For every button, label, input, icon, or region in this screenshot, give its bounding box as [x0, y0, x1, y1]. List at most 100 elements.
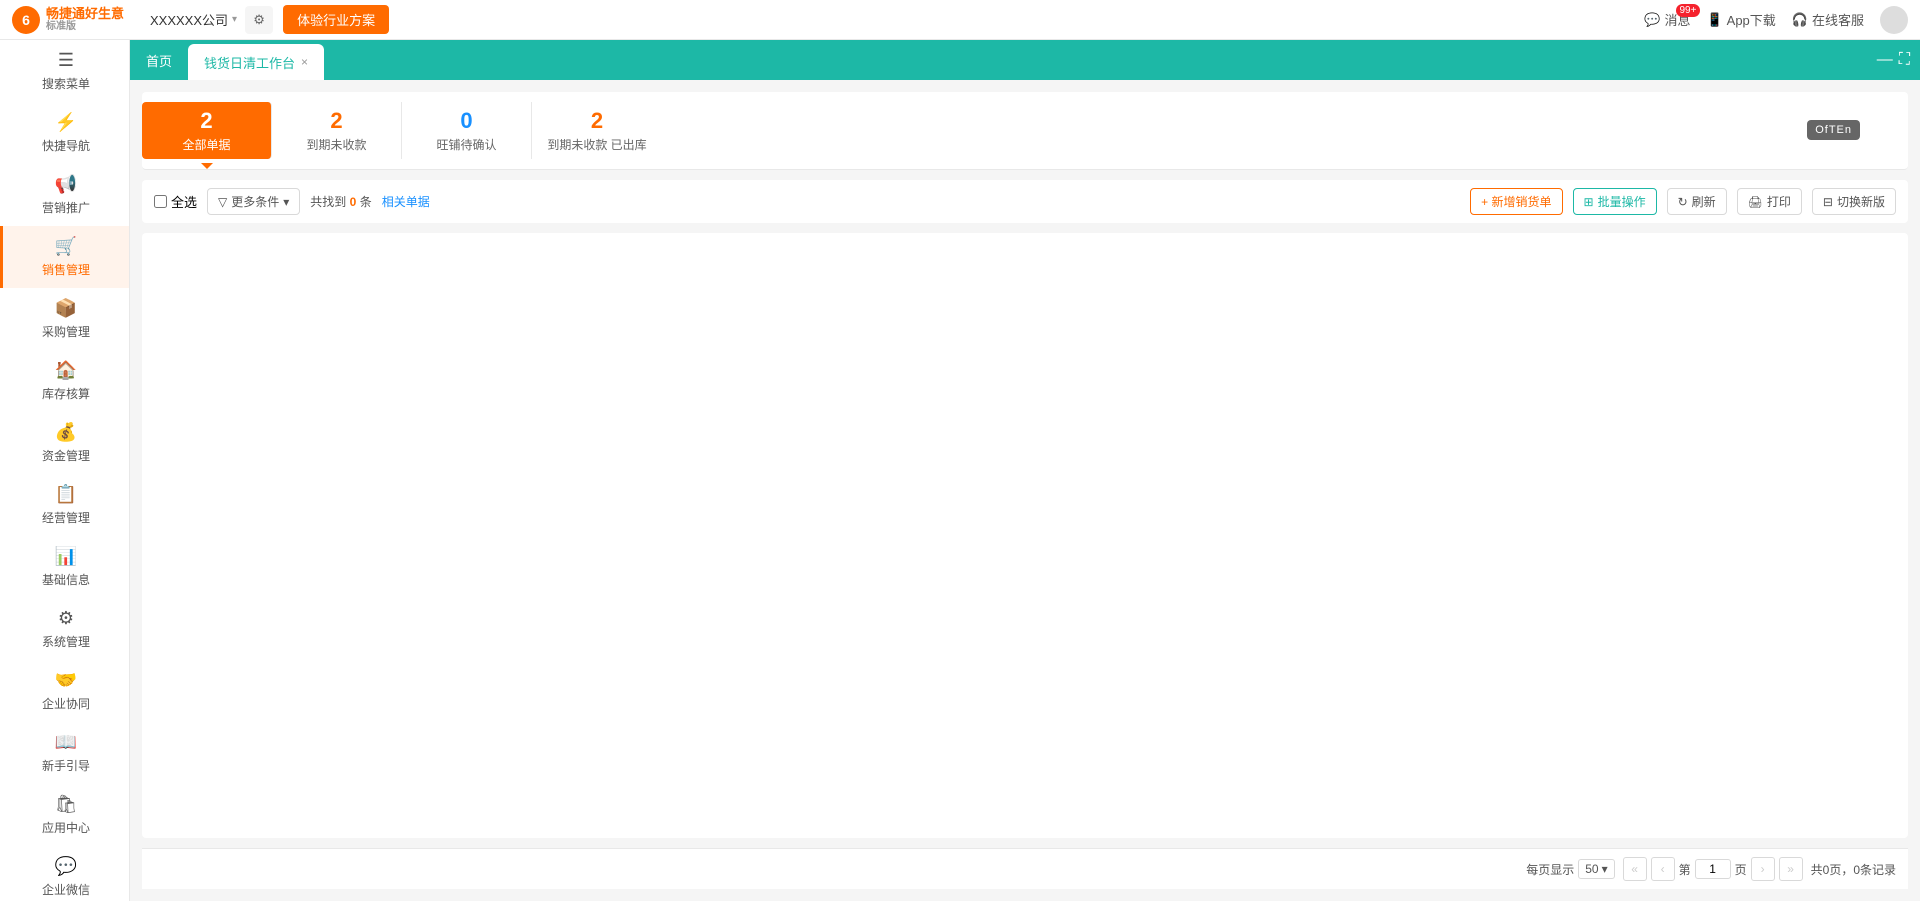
main-layout: ☰ 搜索菜单 ⚡ 快捷导航 📢 营销推广 🛒 销售管理 📦 采购管理 🏠 库存核… — [0, 40, 1920, 901]
page-size-selector: 每页显示 50 ▾ — [1526, 859, 1614, 879]
wechat-icon: 💬 — [55, 856, 77, 877]
batch-operations-button[interactable]: ⊞ 批量操作 — [1573, 188, 1657, 215]
pagination-bar: 每页显示 50 ▾ « ‹ 第 页 › » 共0页，0条记录 — [142, 848, 1908, 889]
quick-nav-icon: ⚡ — [55, 112, 77, 133]
stats-label-all: 全部单据 — [154, 136, 259, 153]
collab-icon: 🤝 — [55, 670, 77, 691]
page-body: 2 全部单据 2 到期未收款 0 旺铺待确认 2 到期未收款 已出库 — [130, 80, 1920, 901]
sidebar-item-app-center[interactable]: 🛍 应用中心 — [0, 784, 129, 846]
tab-bar-actions: — ⛶ — [1877, 51, 1920, 69]
checkbox-input[interactable] — [154, 195, 167, 208]
add-sales-order-button[interactable]: + 新增销货单 — [1470, 188, 1562, 215]
stats-label-shipped: 到期未收款 已出库 — [544, 136, 650, 153]
settings-button[interactable]: ⚙ — [245, 6, 273, 34]
stats-tab-pending[interactable]: 0 旺铺待确认 — [402, 102, 532, 159]
minimize-icon[interactable]: — — [1877, 51, 1893, 69]
tab-close-icon[interactable]: × — [301, 55, 308, 69]
sidebar: ☰ 搜索菜单 ⚡ 快捷导航 📢 营销推广 🛒 销售管理 📦 采购管理 🏠 库存核… — [0, 40, 130, 901]
sidebar-item-label: 搜索菜单 — [42, 75, 90, 92]
messages-button[interactable]: 💬 消息 99+ — [1644, 10, 1690, 29]
sidebar-item-label: 快捷导航 — [42, 137, 90, 154]
sidebar-item-quicknav[interactable]: ⚡ 快捷导航 — [0, 102, 129, 164]
app-download-button[interactable]: 📱 App下载 — [1706, 10, 1775, 29]
finance-icon: 💰 — [55, 422, 77, 443]
trial-button[interactable]: 体验行业方案 — [283, 5, 389, 34]
online-service-button[interactable]: 🎧 在线客服 — [1792, 10, 1864, 29]
sidebar-item-label: 库存核算 — [42, 385, 90, 402]
sidebar-item-basic-info[interactable]: 📊 基础信息 — [0, 536, 129, 598]
user-avatar[interactable] — [1880, 6, 1908, 34]
switch-new-version-button[interactable]: ⊟ 切换新版 — [1812, 188, 1896, 215]
stats-tab-overdue[interactable]: 2 到期未收款 — [272, 102, 402, 159]
stats-num-shipped: 2 — [544, 108, 650, 134]
print-button[interactable]: 🖨 打印 — [1737, 188, 1802, 215]
next-page-button[interactable]: › — [1751, 857, 1775, 881]
logo-icon: 6 — [12, 6, 40, 34]
print-icon: 🖨 — [1748, 195, 1763, 209]
found-count: 0 — [350, 195, 357, 209]
select-all-checkbox[interactable]: 全选 — [154, 192, 197, 211]
sidebar-item-label: 基础信息 — [42, 571, 90, 588]
sidebar-item-guide[interactable]: 📖 新手引导 — [0, 722, 129, 784]
company-name: XXXXXX公司 — [150, 10, 228, 29]
per-page-value: 50 — [1585, 862, 1598, 876]
messages-badge: 99+ — [1676, 4, 1701, 17]
stats-tab-shipped[interactable]: 2 到期未收款 已出库 — [532, 102, 662, 159]
sidebar-item-sales[interactable]: 🛒 销售管理 — [0, 226, 129, 288]
sidebar-item-label: 企业协同 — [42, 695, 90, 712]
sidebar-item-label: 销售管理 — [42, 261, 90, 278]
stats-tabs-container: 2 全部单据 2 到期未收款 0 旺铺待确认 2 到期未收款 已出库 — [142, 92, 1908, 170]
top-bar-right: 💬 消息 99+ 📱 App下载 🎧 在线客服 — [1644, 6, 1908, 34]
stats-num-overdue: 2 — [284, 108, 389, 134]
sidebar-item-label: 经营管理 — [42, 509, 90, 526]
sidebar-item-label: 营销推广 — [42, 199, 90, 216]
sidebar-item-label: 系统管理 — [42, 633, 90, 650]
batch-icon: ⊞ — [1584, 195, 1594, 209]
stats-num-all: 2 — [154, 108, 259, 134]
filter-icon: ▽ — [218, 195, 227, 209]
app-logo: 6 畅捷通好生意 标准版 — [12, 6, 142, 34]
sidebar-item-search[interactable]: ☰ 搜索菜单 — [0, 40, 129, 102]
sidebar-item-operations[interactable]: 📋 经营管理 — [0, 474, 129, 536]
sidebar-item-enterprise-collab[interactable]: 🤝 企业协同 — [0, 660, 129, 722]
stats-tab-all[interactable]: 2 全部单据 — [142, 102, 272, 159]
refresh-button[interactable]: ↻ 刷新 — [1667, 188, 1727, 215]
total-records: 共0页，0条记录 — [1811, 861, 1896, 878]
last-page-button[interactable]: » — [1779, 857, 1803, 881]
related-link[interactable]: 相关单据 — [382, 193, 430, 210]
sidebar-item-label: 新手引导 — [42, 757, 90, 774]
per-page-select[interactable]: 50 ▾ — [1578, 859, 1614, 879]
marketing-icon: 📢 — [55, 174, 77, 195]
toolbar-left: 全选 ▽ 更多条件 ▾ 共找到 0 条 相关单据 — [154, 188, 1460, 215]
select-all-label: 全选 — [171, 192, 197, 211]
wx-overlay: OfTEn — [1807, 120, 1860, 140]
page-prefix: 第 — [1679, 861, 1691, 878]
sidebar-item-enterprise-wechat[interactable]: 💬 企业微信 — [0, 846, 129, 901]
purchase-icon: 📦 — [55, 298, 77, 319]
prev-page-button[interactable]: ‹ — [1651, 857, 1675, 881]
chevron-down-icon: ▾ — [232, 14, 237, 25]
company-selector[interactable]: XXXXXX公司 ▾ — [150, 10, 237, 29]
operations-icon: 📋 — [55, 484, 77, 505]
logo-text: 畅捷通好生意 标准版 — [46, 6, 124, 34]
filter-button[interactable]: ▽ 更多条件 ▾ — [207, 188, 300, 215]
empty-placeholder — [142, 233, 1908, 533]
app-download-label: App下载 — [1727, 10, 1776, 29]
first-page-button[interactable]: « — [1623, 857, 1647, 881]
expand-icon[interactable]: ⛶ — [1899, 51, 1910, 69]
system-icon: ⚙ — [58, 608, 74, 629]
page-number-input[interactable] — [1695, 859, 1731, 879]
tab-home[interactable]: 首页 — [130, 40, 188, 80]
tab-work-bench[interactable]: 钱货日清工作台 × — [188, 44, 324, 80]
service-icon: 🎧 — [1792, 12, 1808, 28]
message-icon: 💬 — [1644, 12, 1660, 28]
sidebar-item-finance[interactable]: 💰 资金管理 — [0, 412, 129, 474]
sidebar-item-purchase[interactable]: 📦 采购管理 — [0, 288, 129, 350]
inventory-icon: 🏠 — [55, 360, 77, 381]
sidebar-item-system[interactable]: ⚙ 系统管理 — [0, 598, 129, 660]
toolbar-right: + 新增销货单 ⊞ 批量操作 ↻ 刷新 🖨 打印 ⊟ — [1470, 188, 1896, 215]
sidebar-item-inventory[interactable]: 🏠 库存核算 — [0, 350, 129, 412]
phone-icon: 📱 — [1706, 12, 1722, 28]
tab-home-label: 首页 — [146, 51, 172, 70]
sidebar-item-marketing[interactable]: 📢 营销推广 — [0, 164, 129, 226]
